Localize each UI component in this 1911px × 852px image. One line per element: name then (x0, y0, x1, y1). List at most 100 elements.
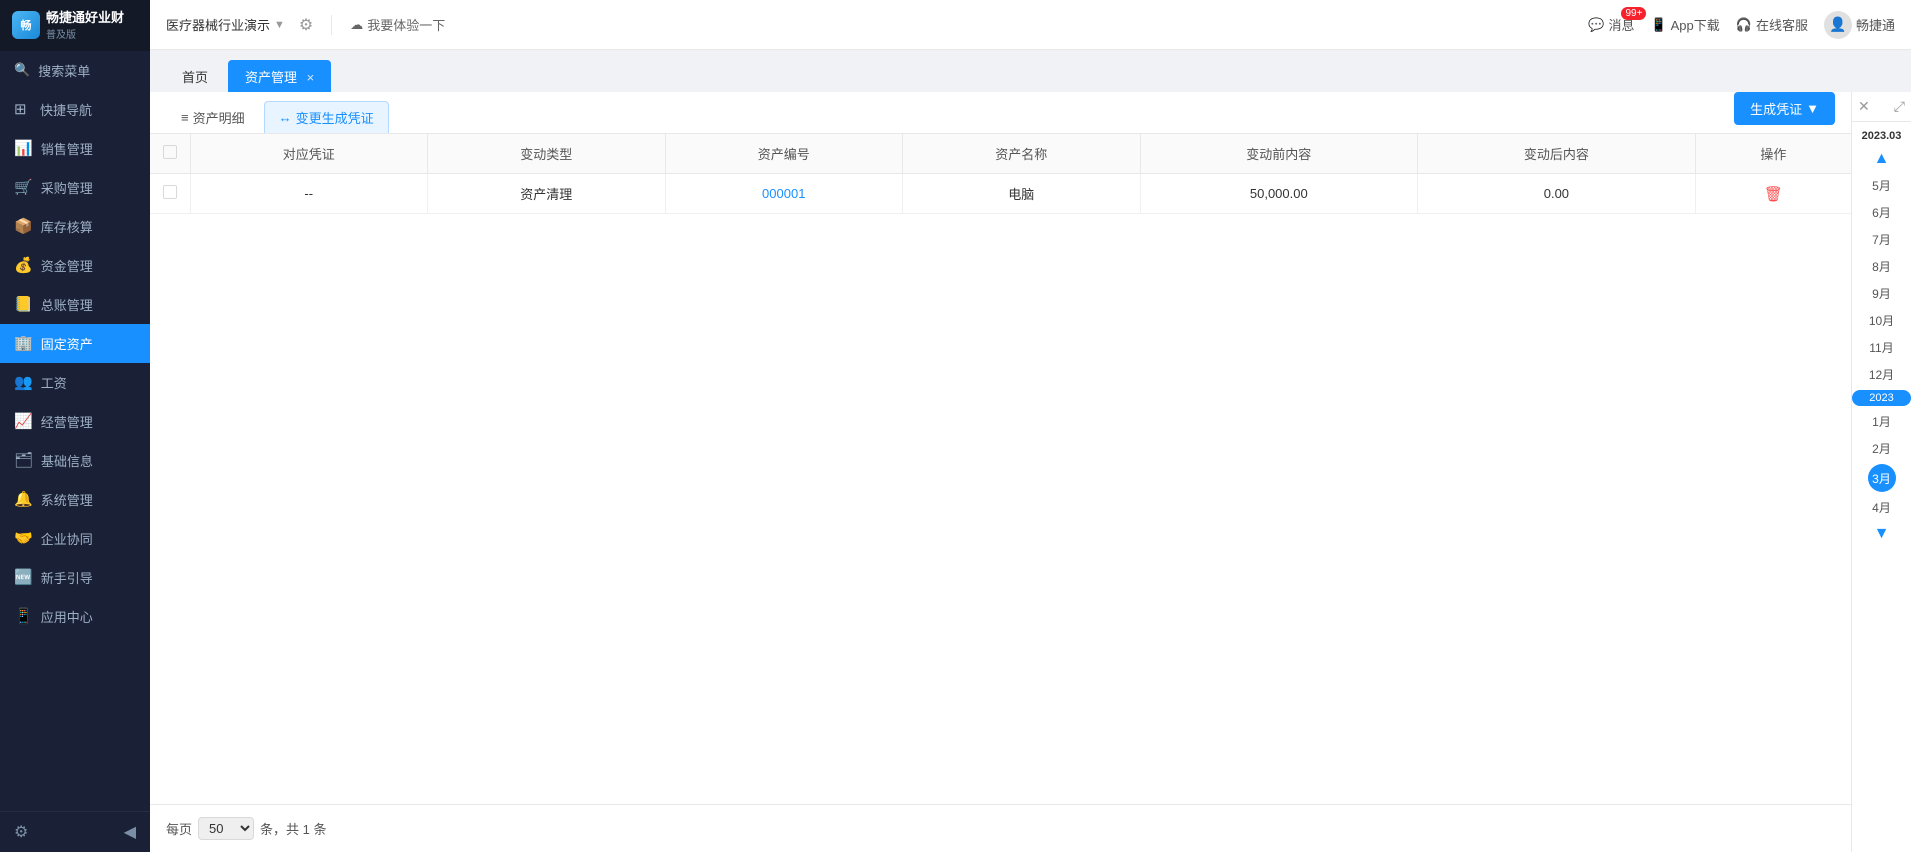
sidebar-label-ledger: 总账管理 (41, 295, 93, 314)
month-item-4[interactable]: 4月 (1852, 494, 1911, 521)
sidebar-item-payroll[interactable]: 👥 工资 (0, 363, 150, 402)
search-menu-label: 搜索菜单 (38, 61, 90, 80)
sub-tab-asset-detail[interactable]: ≡ 资产明细 (166, 101, 260, 133)
row-checkbox[interactable] (163, 185, 177, 199)
finance-icon: 💰 (14, 256, 33, 274)
sidebar-item-inventory[interactable]: 📦 库存核算 (0, 207, 150, 246)
month-item-12[interactable]: 12月 (1852, 361, 1911, 388)
company-selector[interactable]: 医疗器械行业演示 ▼ (166, 15, 285, 34)
guide-icon: 🆕 (14, 568, 33, 586)
basic-info-icon: 🗂 (14, 451, 33, 469)
month-item-5[interactable]: 5月 (1852, 172, 1911, 199)
sidebar-item-guide[interactable]: 🆕 新手引导 (0, 558, 150, 597)
current-period-label: 2023.03 (1852, 126, 1911, 146)
tab-home-label: 首页 (182, 70, 208, 85)
sidebar-item-system[interactable]: 🔔 系统管理 (0, 480, 150, 519)
app-center-icon: 📱 (14, 607, 33, 625)
select-all-checkbox[interactable] (163, 145, 177, 159)
row-checkbox-cell[interactable] (150, 174, 190, 214)
panel-close-icon[interactable]: ✕ (1858, 98, 1870, 115)
sidebar-item-app-center[interactable]: 📱 应用中心 (0, 597, 150, 636)
online-service-icon: 🎧 (1736, 17, 1752, 33)
try-icon: ☁ (350, 17, 363, 33)
month-item-9[interactable]: 9月 (1852, 280, 1911, 307)
topbar-divider (331, 15, 332, 35)
sidebar-item-operations[interactable]: 📈 经营管理 (0, 402, 150, 441)
table-header-checkbox[interactable] (150, 134, 190, 174)
panel-down-icon[interactable]: ▼ (1852, 521, 1911, 547)
topbar: 医疗器械行业演示 ▼ ⚙ ☁ 我要体验一下 💬 消息 99+ 📱 App下载 🎧… (150, 0, 1911, 50)
sidebar-item-purchase[interactable]: 🛒 采购管理 (0, 168, 150, 207)
generate-voucher-button[interactable]: 生成凭证 ▼ (1734, 92, 1835, 125)
try-button[interactable]: ☁ 我要体验一下 (350, 15, 445, 34)
month-item-7[interactable]: 7月 (1852, 226, 1911, 253)
gen-btn-label: 生成凭证 (1750, 99, 1802, 118)
month-item-6[interactable]: 6月 (1852, 199, 1911, 226)
online-service-label: 在线客服 (1756, 15, 1808, 34)
sidebar-label-quick-nav: 快捷导航 (40, 100, 92, 119)
sidebar: 畅 畅捷通好业财 普及版 🔍 搜索菜单 ⊞ 快捷导航 📊 销售管理 🛒 采购管理… (0, 0, 150, 852)
fixed-assets-icon: 🏢 (14, 334, 33, 352)
sidebar-search[interactable]: 🔍 搜索菜单 (0, 51, 150, 90)
inventory-icon: 📦 (14, 217, 33, 235)
sidebar-label-purchase: 采购管理 (41, 178, 93, 197)
change-voucher-icon: ↔ (279, 110, 292, 125)
month-item-11[interactable]: 11月 (1852, 334, 1911, 361)
col-asset-code: 资产编号 (665, 134, 903, 174)
asset-detail-icon: ≡ (181, 110, 189, 125)
user-menu[interactable]: 👤 畅捷通 (1824, 11, 1895, 39)
year-2023-badge: 2023 (1852, 390, 1911, 406)
sidebar-label-basic-info: 基础信息 (41, 451, 93, 470)
month-item-10[interactable]: 10月 (1852, 307, 1911, 334)
purchase-icon: 🛒 (14, 178, 33, 196)
sidebar-label-inventory: 库存核算 (41, 217, 93, 236)
gen-btn-arrow-icon: ▼ (1806, 101, 1819, 116)
panel-up-icon[interactable]: ▲ (1852, 146, 1911, 172)
main-area: 医疗器械行业演示 ▼ ⚙ ☁ 我要体验一下 💬 消息 99+ 📱 App下载 🎧… (150, 0, 1911, 852)
sidebar-item-ledger[interactable]: 📒 总账管理 (0, 285, 150, 324)
sidebar-item-enterprise[interactable]: 🤝 企业协同 (0, 519, 150, 558)
table-container: 对应凭证 变动类型 资产编号 资产名称 变动前内容 变动后内容 操作 (150, 134, 1851, 804)
sidebar-item-finance[interactable]: 💰 资金管理 (0, 246, 150, 285)
collapse-icon[interactable]: ◀ (124, 822, 136, 842)
enterprise-icon: 🤝 (14, 529, 33, 547)
delete-row-icon[interactable]: 🗑 (1764, 186, 1783, 203)
month-item-1[interactable]: 1月 (1852, 408, 1911, 435)
app-download-button[interactable]: 📱 App下载 (1650, 15, 1719, 34)
month-item-2[interactable]: 2月 (1852, 435, 1911, 462)
tab-close-icon[interactable]: × (307, 70, 315, 85)
quick-nav-icon: ⊞ (14, 100, 32, 118)
month-item-8[interactable]: 8月 (1852, 253, 1911, 280)
page-tabs: 首页 资产管理 × (150, 50, 1911, 92)
settings-bottom-icon[interactable]: ⚙ (14, 822, 28, 842)
sidebar-label-guide: 新手引导 (41, 568, 93, 587)
col-op: 操作 (1695, 134, 1851, 174)
sub-tabs: ≡ 资产明细 ↔ 变更生成凭证 (166, 93, 389, 133)
tab-home[interactable]: 首页 (166, 61, 224, 92)
sidebar-item-sales[interactable]: 📊 销售管理 (0, 129, 150, 168)
online-service-button[interactable]: 🎧 在线客服 (1736, 15, 1808, 34)
app-download-icon: 📱 (1650, 17, 1666, 33)
operations-icon: 📈 (14, 412, 33, 430)
panel-expand-icon[interactable]: ⤢ (1894, 98, 1905, 115)
sub-tab-change-voucher[interactable]: ↔ 变更生成凭证 (264, 101, 389, 133)
right-panel-header: ✕ ⤢ (1852, 92, 1911, 122)
topbar-settings-icon[interactable]: ⚙ (299, 15, 313, 35)
tab-asset-management[interactable]: 资产管理 × (228, 60, 331, 92)
month-item-3-active[interactable]: 3月 (1868, 464, 1896, 492)
cell-op[interactable]: 🗑 (1695, 174, 1851, 214)
ledger-icon: 📒 (14, 295, 33, 313)
per-page-select[interactable]: 10 20 50 100 (198, 817, 254, 840)
sidebar-label-finance: 资金管理 (41, 256, 93, 275)
payroll-icon: 👥 (14, 373, 33, 391)
pagination: 每页 10 20 50 100 条，共 1 条 (150, 804, 1851, 852)
company-dropdown-icon: ▼ (274, 19, 285, 31)
sidebar-item-basic-info[interactable]: 🗂 基础信息 (0, 441, 150, 480)
sidebar-item-quick-nav[interactable]: ⊞ 快捷导航 (0, 90, 150, 129)
change-voucher-label: 变更生成凭证 (296, 108, 374, 127)
sidebar-item-fixed-assets[interactable]: 🏢 固定资产 (0, 324, 150, 363)
messages-button[interactable]: 💬 消息 99+ (1588, 15, 1634, 34)
search-icon: 🔍 (14, 62, 30, 78)
asset-table: 对应凭证 变动类型 资产编号 资产名称 变动前内容 变动后内容 操作 (150, 134, 1851, 214)
inner-page: ≡ 资产明细 ↔ 变更生成凭证 生成凭证 ▼ (150, 92, 1911, 852)
